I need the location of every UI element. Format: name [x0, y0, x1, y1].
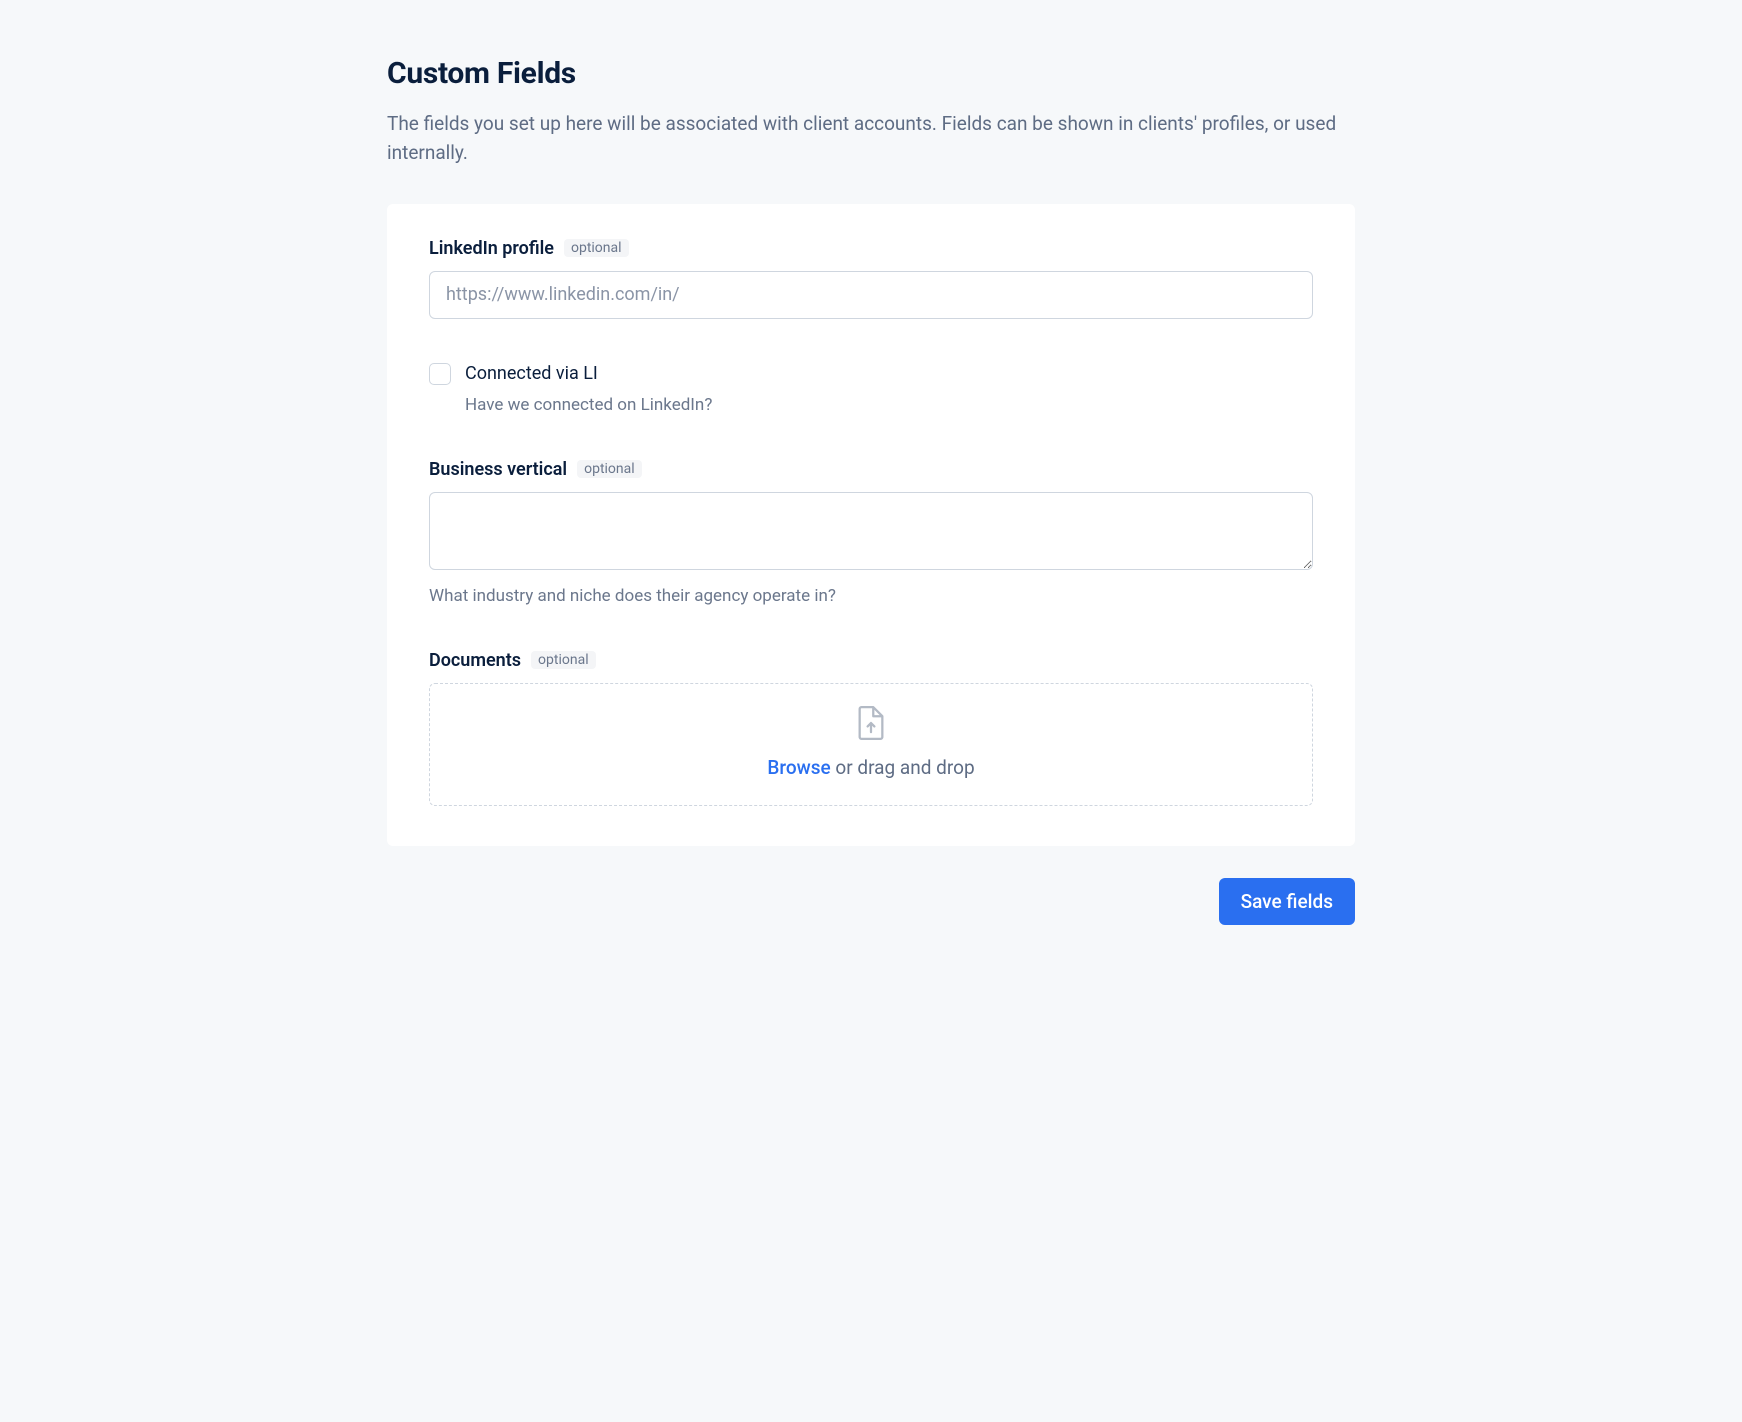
business-vertical-textarea[interactable]	[429, 492, 1313, 570]
documents-uploader[interactable]: Browse or drag and drop	[429, 683, 1313, 806]
business-vertical-group: Business vertical optional What industry…	[429, 459, 1313, 606]
linkedin-profile-group: LinkedIn profile optional	[429, 238, 1313, 319]
connected-via-li-helper: Have we connected on LinkedIn?	[465, 395, 1313, 415]
business-vertical-helper: What industry and niche does their agenc…	[429, 586, 1313, 606]
optional-badge: optional	[564, 239, 629, 257]
page-title: Custom Fields	[387, 56, 1355, 91]
drag-drop-text: or drag and drop	[831, 756, 975, 779]
linkedin-profile-input[interactable]	[429, 271, 1313, 319]
connected-via-li-checkbox[interactable]	[429, 363, 451, 385]
browse-link[interactable]: Browse	[767, 756, 830, 779]
custom-fields-card: LinkedIn profile optional Connected via …	[387, 204, 1355, 846]
connected-via-li-group: Connected via LI Have we connected on Li…	[429, 363, 1313, 415]
save-fields-button[interactable]: Save fields	[1219, 878, 1355, 925]
documents-label: Documents	[429, 650, 521, 671]
documents-group: Documents optional Browse or drag and dr…	[429, 650, 1313, 806]
uploader-text: Browse or drag and drop	[767, 756, 974, 779]
business-vertical-label: Business vertical	[429, 459, 567, 480]
optional-badge: optional	[577, 460, 642, 478]
linkedin-profile-label: LinkedIn profile	[429, 238, 554, 259]
connected-via-li-label: Connected via LI	[465, 363, 598, 384]
optional-badge: optional	[531, 651, 596, 669]
page-description: The fields you set up here will be assoc…	[387, 109, 1355, 168]
file-upload-icon	[857, 706, 885, 740]
